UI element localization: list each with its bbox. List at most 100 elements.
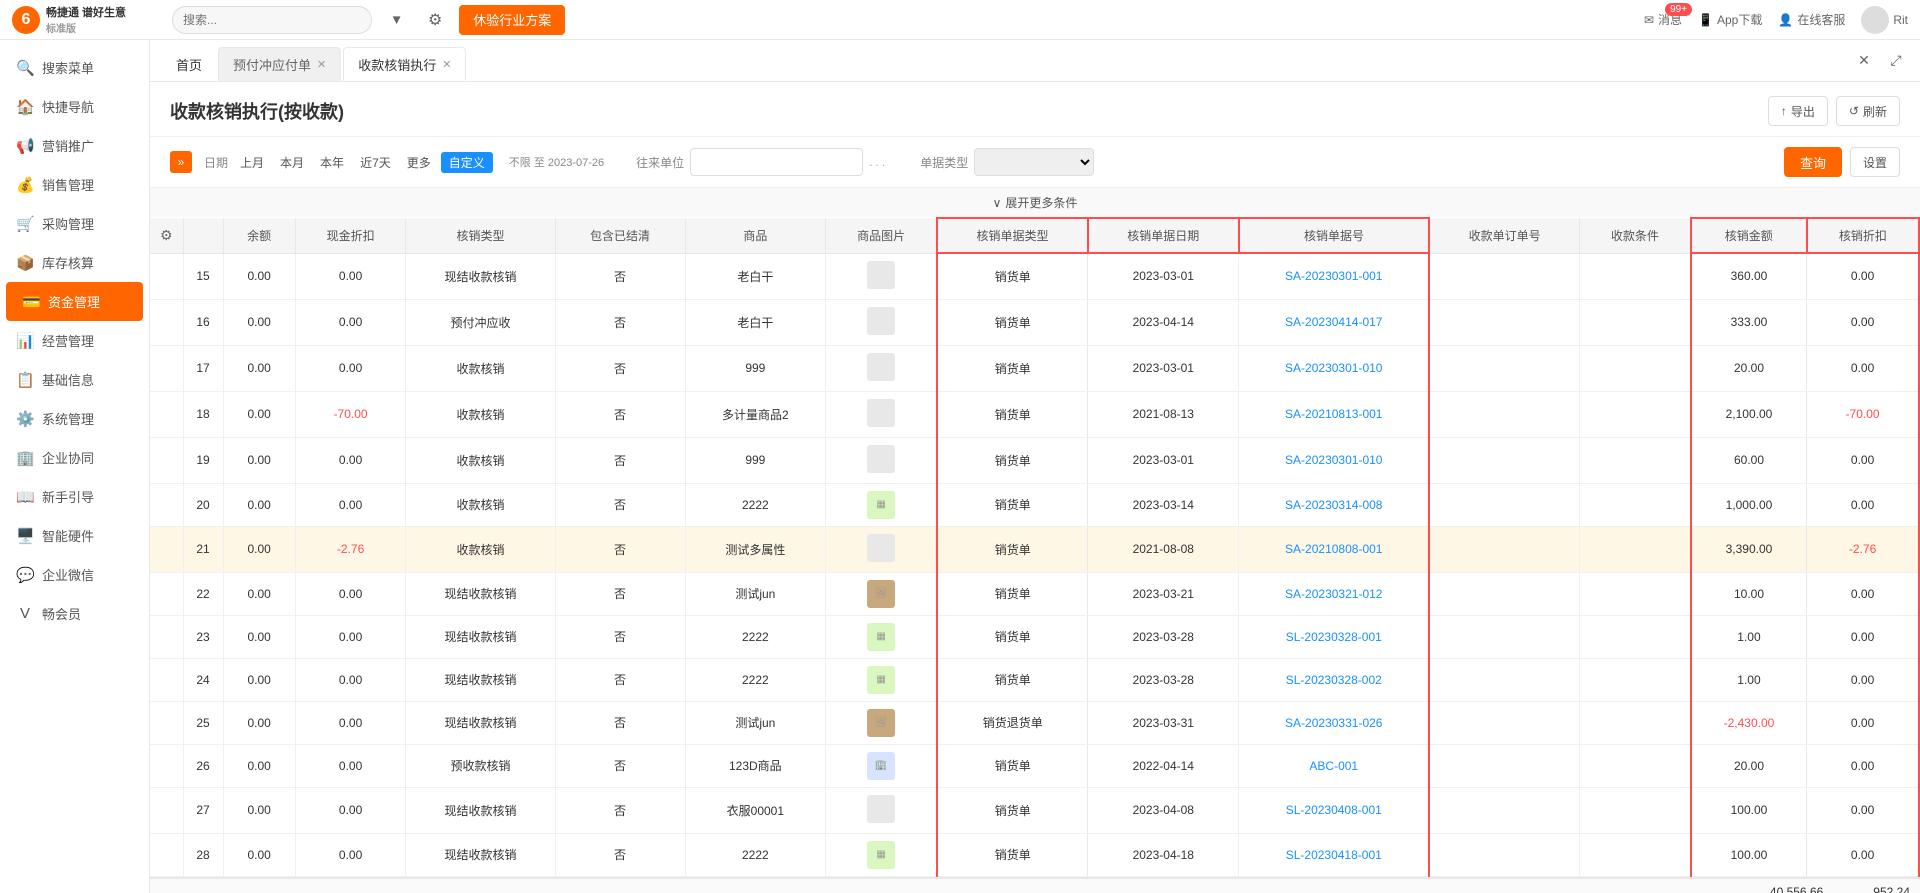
- bill-no-link[interactable]: SA-20210813-001: [1285, 407, 1382, 421]
- partner-input[interactable]: [690, 148, 863, 176]
- col-seq-cell: 27: [183, 787, 223, 833]
- bill-no-link[interactable]: SL-20230328-001: [1286, 630, 1382, 644]
- voucher-type-select[interactable]: [974, 148, 1094, 176]
- search-input[interactable]: [172, 6, 372, 34]
- industry-solution-button[interactable]: 休验行业方案: [459, 5, 565, 35]
- col-included-cleared-cell: 否: [555, 701, 685, 744]
- col-writeoff-amount-cell: 100.00: [1691, 787, 1807, 833]
- date-7days[interactable]: 近7天: [354, 152, 397, 173]
- col-bill-no-cell: SA-20230414-017: [1239, 299, 1430, 345]
- col-writeoff-amount-cell: 20.00: [1691, 345, 1807, 391]
- tab-prepaid-close[interactable]: ✕: [317, 58, 326, 71]
- maximize-button[interactable]: ⤢: [1884, 48, 1908, 72]
- sidebar-item-marketing[interactable]: 📢 营销推广: [0, 126, 149, 165]
- col-seq-cell: 16: [183, 299, 223, 345]
- sidebar-item-operations[interactable]: 📊 经营管理: [0, 321, 149, 360]
- sidebar-item-basicinfo[interactable]: 📋 基础信息: [0, 360, 149, 399]
- col-settings-cell: [150, 787, 183, 833]
- sidebar-item-corp[interactable]: 🏢 企业协同: [0, 438, 149, 477]
- col-bill-type-cell: 销货单: [937, 787, 1088, 833]
- sidebar-item-search[interactable]: 🔍 搜索菜单: [0, 48, 149, 87]
- col-bill-type-cell: 销货单: [937, 391, 1088, 437]
- tab-prepaid[interactable]: 预付冲应付单 ✕: [218, 47, 341, 81]
- filter-toggle-button[interactable]: »: [170, 151, 192, 173]
- col-writeoff-type-cell: 现结收款核销: [406, 572, 555, 615]
- sidebar-item-hardware[interactable]: 🖥️ 智能硬件: [0, 516, 149, 555]
- date-this-month[interactable]: 本月: [274, 152, 310, 173]
- date-custom[interactable]: 自定义: [441, 152, 493, 173]
- col-writeoff-discount-cell: 0.00: [1807, 572, 1919, 615]
- sidebar-item-finance[interactable]: 💳 资金管理: [6, 282, 143, 321]
- sidebar-item-sales[interactable]: 💰 销售管理: [0, 165, 149, 204]
- corp-icon: 🏢: [16, 449, 34, 467]
- col-product-cell: 999: [685, 437, 826, 483]
- col-bill-date-cell: 2021-08-08: [1088, 526, 1239, 572]
- finance-icon: 💳: [22, 293, 40, 311]
- col-bill-date-cell: 2023-04-18: [1088, 833, 1239, 876]
- col-balance-cell: 0.00: [223, 345, 295, 391]
- col-bill-no-cell: SA-20230331-026: [1239, 701, 1430, 744]
- hardware-icon: 🖥️: [16, 527, 34, 545]
- bill-no-link[interactable]: SA-20230301-010: [1285, 453, 1382, 467]
- col-writeoff-amount-cell: 100.00: [1691, 833, 1807, 876]
- bill-no-link[interactable]: SA-20230321-012: [1285, 587, 1382, 601]
- bill-no-link[interactable]: SA-20230331-026: [1285, 716, 1382, 730]
- col-bill-date-cell: 2023-04-14: [1088, 299, 1239, 345]
- col-bill-no-cell: SL-20230328-001: [1239, 615, 1430, 658]
- bill-no-link[interactable]: ABC-001: [1309, 759, 1358, 773]
- column-settings-icon[interactable]: ⚙: [160, 227, 173, 243]
- date-this-year[interactable]: 本年: [314, 152, 350, 173]
- bill-no-link[interactable]: SA-20210808-001: [1285, 542, 1382, 556]
- col-product-image-cell: ▦: [826, 483, 937, 526]
- col-product-image-cell: [826, 787, 937, 833]
- col-seq-cell: 19: [183, 437, 223, 483]
- date-more[interactable]: 更多: [401, 152, 437, 173]
- app-download-item[interactable]: 📱 App下载: [1698, 11, 1762, 28]
- sidebar-item-guide[interactable]: 📖 新手引导: [0, 477, 149, 516]
- notifications-icon-item[interactable]: ✉ 消息 99+: [1644, 11, 1682, 28]
- sidebar-item-inventory[interactable]: 📦 库存核算: [0, 243, 149, 282]
- dropdown-button[interactable]: ▼: [382, 6, 411, 34]
- product-thumb: ▦: [867, 623, 895, 651]
- bill-no-link[interactable]: SA-20230414-017: [1285, 315, 1382, 329]
- settings-button[interactable]: 设置: [1850, 147, 1900, 177]
- expand-more-button[interactable]: ∨ 展开更多条件: [993, 194, 1078, 211]
- bill-no-link[interactable]: SL-20230418-001: [1286, 848, 1382, 862]
- col-product-cell: 123D商品: [685, 744, 826, 787]
- operations-icon: 📊: [16, 332, 34, 350]
- bill-no-link[interactable]: SL-20230328-002: [1286, 673, 1382, 687]
- date-last-month[interactable]: 上月: [234, 152, 270, 173]
- bill-no-link[interactable]: SA-20230314-008: [1285, 498, 1382, 512]
- col-settings[interactable]: ⚙: [150, 218, 183, 253]
- tab-home[interactable]: 首页: [162, 47, 216, 81]
- col-payment-terms-cell: [1579, 744, 1690, 787]
- bill-no-link[interactable]: SA-20230301-010: [1285, 361, 1382, 375]
- col-balance-cell: 0.00: [223, 391, 295, 437]
- content-area: 首页 预付冲应付单 ✕ 收款核销执行 ✕ ✕ ⤢ 收款核销执行(按收款): [150, 40, 1920, 893]
- tab-writeoff-close[interactable]: ✕: [442, 58, 451, 71]
- bill-no-link[interactable]: SL-20230408-001: [1286, 803, 1382, 817]
- col-bill-no-header: 核销单据号: [1239, 218, 1430, 253]
- basicinfo-icon: 📋: [16, 371, 34, 389]
- expand-row: ∨ 展开更多条件: [150, 187, 1920, 217]
- export-button[interactable]: ↑ 导出: [1768, 96, 1828, 126]
- refresh-button[interactable]: ↺ 刷新: [1836, 96, 1900, 126]
- col-writeoff-discount-cell: 0.00: [1807, 483, 1919, 526]
- sidebar-item-purchase[interactable]: 🛒 采购管理: [0, 204, 149, 243]
- sidebar-item-system[interactable]: ⚙️ 系统管理: [0, 399, 149, 438]
- col-receipt-order-cell: [1429, 833, 1579, 876]
- query-button[interactable]: 查询: [1784, 147, 1842, 177]
- sidebar-item-member[interactable]: V 畅会员: [0, 594, 149, 633]
- bill-no-link[interactable]: SA-20230301-001: [1285, 269, 1382, 283]
- close-tab-button[interactable]: ✕: [1852, 48, 1876, 72]
- online-service-item[interactable]: 👤 在线客服: [1778, 11, 1845, 28]
- col-product-image-cell: [826, 253, 937, 299]
- sidebar-item-wechat[interactable]: 💬 企业微信: [0, 555, 149, 594]
- settings-gear-icon[interactable]: ⚙: [421, 6, 449, 34]
- col-product-cell: 999: [685, 345, 826, 391]
- user-profile[interactable]: Rit: [1861, 6, 1908, 34]
- col-bill-date-cell: 2023-03-28: [1088, 615, 1239, 658]
- sidebar-item-quicknav[interactable]: 🏠 快捷导航: [0, 87, 149, 126]
- marketing-icon: 📢: [16, 137, 34, 155]
- tab-writeoff[interactable]: 收款核销执行 ✕: [343, 47, 466, 81]
